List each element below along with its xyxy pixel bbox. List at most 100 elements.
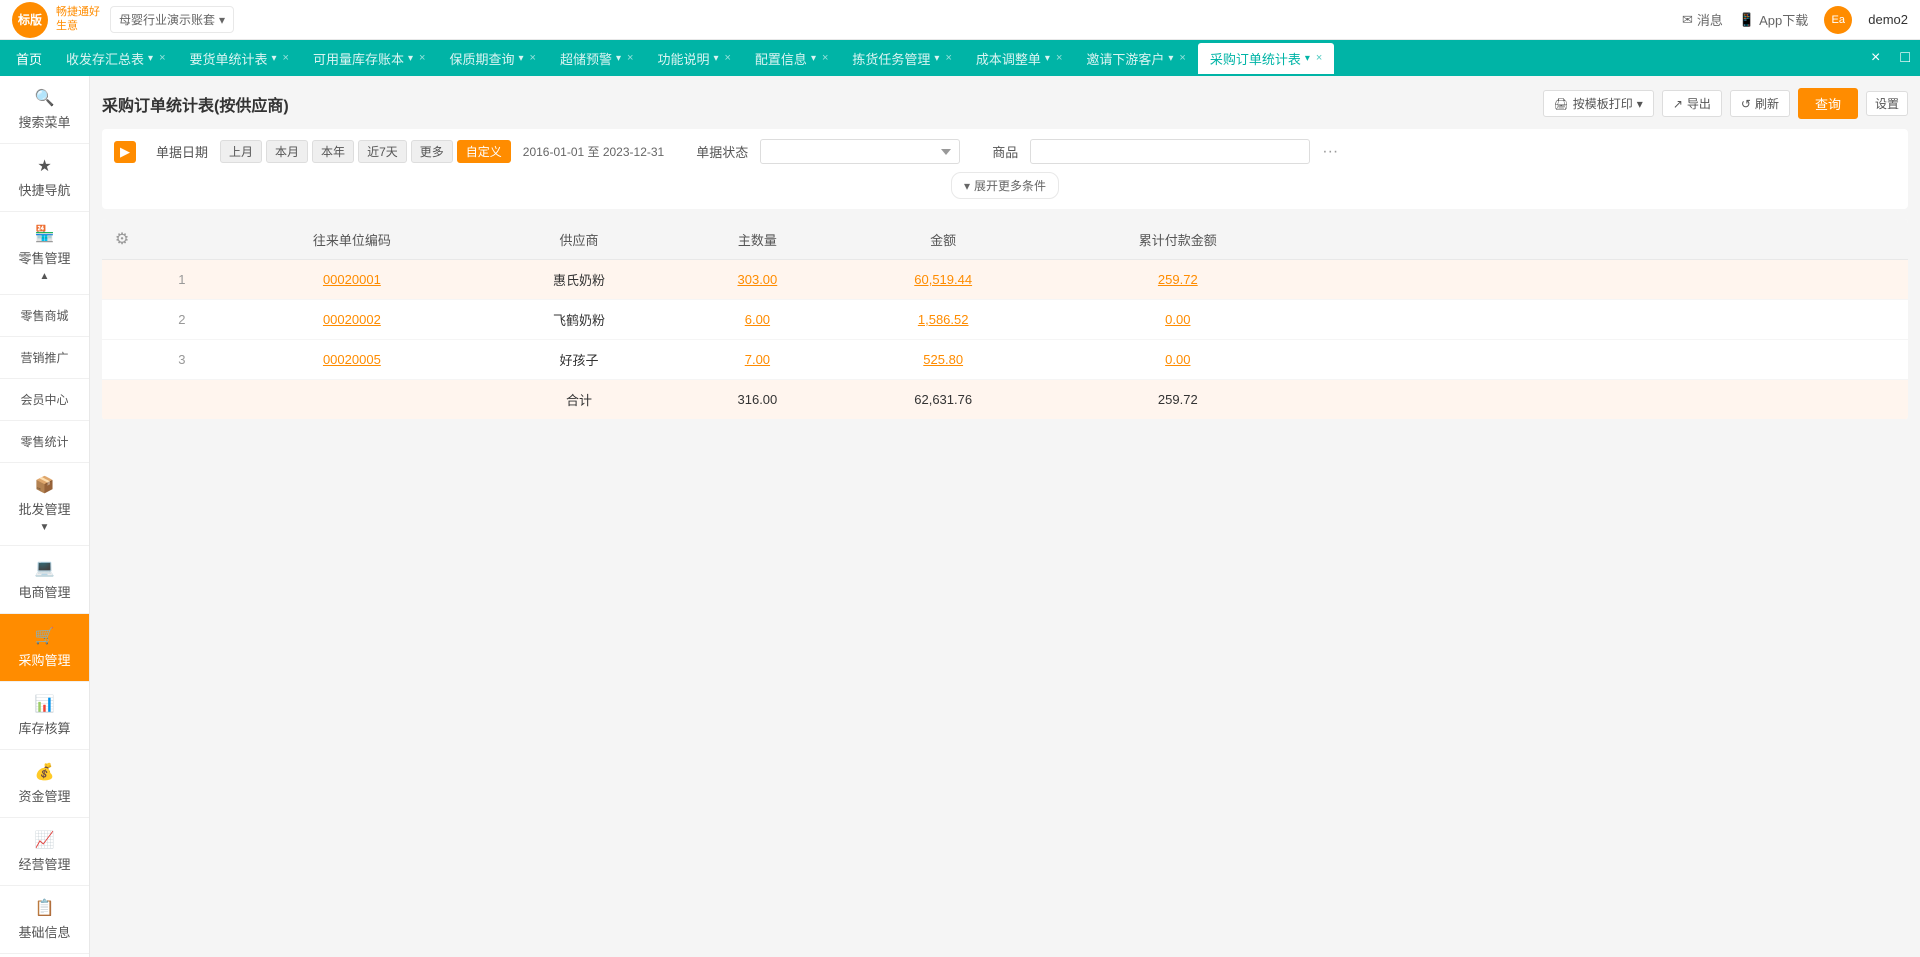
tab-invite-close[interactable]: × bbox=[1179, 52, 1185, 64]
tab-cost-close[interactable]: × bbox=[1056, 52, 1062, 64]
sidebar-item-purchase[interactable]: 🛒 采购管理 bbox=[0, 614, 89, 682]
th-qty: 主数量 bbox=[676, 219, 839, 260]
row1-qty[interactable]: 303.00 bbox=[676, 260, 839, 300]
workspace-selector[interactable]: 母婴行业演示账套 ▾ bbox=[110, 6, 234, 33]
expand-label: 展开更多条件 bbox=[974, 177, 1046, 194]
date-more-button[interactable]: 更多 bbox=[411, 140, 453, 163]
expand-more-button[interactable]: ▾ 展开更多条件 bbox=[951, 172, 1059, 199]
date-this-year-button[interactable]: 本年 bbox=[312, 140, 354, 163]
sidebar-item-inventory[interactable]: 📊 库存核算 bbox=[0, 682, 89, 750]
tab-overstock-label: 超储预警 bbox=[560, 49, 612, 68]
tab-overstock-close[interactable]: × bbox=[627, 52, 633, 64]
row2-supplier-code[interactable]: 00020002 bbox=[222, 300, 482, 340]
nav-expand-button[interactable]: □ bbox=[1894, 47, 1916, 69]
table-footer-row: 合计 316.00 62,631.76 259.72 bbox=[102, 380, 1908, 420]
date-last-month-button[interactable]: 上月 bbox=[220, 140, 262, 163]
tab-function-desc[interactable]: 功能说明 ▾ × bbox=[645, 43, 742, 74]
date-this-month-button[interactable]: 本月 bbox=[266, 140, 308, 163]
wholesale-expand-icon: ▼ bbox=[40, 522, 50, 533]
chevron-down-icon: ▾ bbox=[219, 13, 225, 27]
nav-close-all-button[interactable]: × bbox=[1865, 47, 1886, 69]
row3-qty[interactable]: 7.00 bbox=[676, 340, 839, 380]
sidebar-marketing-label: 营销推广 bbox=[20, 349, 68, 366]
row2-qty[interactable]: 6.00 bbox=[676, 300, 839, 340]
row2-supplier-name: 飞鹤奶粉 bbox=[482, 300, 676, 340]
sidebar-item-finance[interactable]: 💰 资金管理 bbox=[0, 750, 89, 818]
tab-shelf-label: 保质期查询 bbox=[449, 49, 514, 68]
row2-amount[interactable]: 1,586.52 bbox=[839, 300, 1048, 340]
tab-shelf-close[interactable]: × bbox=[530, 52, 536, 64]
tab-config-info[interactable]: 配置信息 ▾ × bbox=[743, 43, 840, 74]
tab-purchase-summary[interactable]: 采购订单统计表 ▾ × bbox=[1198, 43, 1334, 74]
tab-invite-customer[interactable]: 邀请下游客户 ▾ × bbox=[1074, 43, 1197, 74]
tab-purchase-close[interactable]: × bbox=[1316, 52, 1322, 64]
row3-extra bbox=[1308, 340, 1908, 380]
sidebar-item-wholesale[interactable]: 📦 批发管理 ▼ bbox=[0, 463, 89, 546]
tab-stock-ledger[interactable]: 可用量库存账本 ▾ × bbox=[301, 43, 437, 74]
print-button[interactable]: 🖨 按模板打印 ▾ bbox=[1543, 90, 1654, 117]
tab-function-close[interactable]: × bbox=[724, 52, 730, 64]
retail-icon: 🏪 bbox=[35, 224, 55, 244]
tab-receive-summary[interactable]: 收发存汇总表 ▾ × bbox=[54, 43, 177, 74]
tab-overstock[interactable]: 超储预警 ▾ × bbox=[548, 43, 645, 74]
row3-amount[interactable]: 525.80 bbox=[839, 340, 1048, 380]
tab-config-close[interactable]: × bbox=[822, 52, 828, 64]
column-settings-icon[interactable]: ⚙ bbox=[115, 231, 129, 248]
tab-cost-adjust[interactable]: 成本调整单 ▾ × bbox=[964, 43, 1074, 74]
export-button[interactable]: ↗ 导出 bbox=[1662, 90, 1722, 117]
sidebar-item-retail-stats[interactable]: 零售统计 bbox=[0, 421, 89, 463]
sidebar-item-operations[interactable]: 📈 经营管理 bbox=[0, 818, 89, 886]
sidebar-item-ecommerce[interactable]: 💻 电商管理 bbox=[0, 546, 89, 614]
query-button[interactable]: 查询 bbox=[1798, 88, 1858, 119]
tab-order-label: 要货单统计表 bbox=[190, 49, 268, 68]
nav-tabs: 首页 收发存汇总表 ▾ × 要货单统计表 ▾ × 可用量库存账本 ▾ × 保质期… bbox=[0, 40, 1920, 76]
th-settings[interactable]: ⚙ bbox=[102, 219, 142, 260]
download-icon: 📱 bbox=[1739, 12, 1755, 28]
row3-supplier-code[interactable]: 00020005 bbox=[222, 340, 482, 380]
status-select[interactable] bbox=[760, 139, 960, 164]
product-more-icon[interactable]: ··· bbox=[1322, 143, 1338, 161]
date-last-7days-button[interactable]: 近7天 bbox=[358, 140, 407, 163]
row1-supplier-name: 惠氏奶粉 bbox=[482, 260, 676, 300]
row1-amount[interactable]: 60,519.44 bbox=[839, 260, 1048, 300]
quicknav-icon: ★ bbox=[37, 156, 51, 176]
sidebar-item-retail[interactable]: 🏪 零售管理 ▲ bbox=[0, 212, 89, 295]
sidebar-search-label: 搜索菜单 bbox=[18, 112, 70, 131]
row1-supplier-code[interactable]: 00020001 bbox=[222, 260, 482, 300]
sidebar-item-retail-mall[interactable]: 零售商城 bbox=[0, 295, 89, 337]
tab-receive-close[interactable]: × bbox=[159, 52, 165, 64]
date-custom-button[interactable]: 自定义 bbox=[457, 140, 511, 163]
footer-extra bbox=[1308, 380, 1908, 420]
sidebar-item-quicknav[interactable]: ★ 快捷导航 bbox=[0, 144, 89, 212]
sidebar-item-basic-info[interactable]: 📋 基础信息 bbox=[0, 886, 89, 954]
tab-stock-close[interactable]: × bbox=[419, 52, 425, 64]
row3-paid[interactable]: 0.00 bbox=[1048, 340, 1308, 380]
sidebar-item-search[interactable]: 🔍 搜索菜单 bbox=[0, 76, 89, 144]
app-download-button[interactable]: 📱 App下载 bbox=[1739, 10, 1808, 29]
tab-home[interactable]: 首页 bbox=[4, 43, 54, 74]
th-row-num bbox=[142, 219, 222, 260]
product-input[interactable] bbox=[1030, 139, 1310, 164]
avatar-initials: Ea bbox=[1832, 14, 1845, 26]
row3-settings bbox=[102, 340, 142, 380]
tab-shelf-life[interactable]: 保质期查询 ▾ × bbox=[437, 43, 547, 74]
row1-paid[interactable]: 259.72 bbox=[1048, 260, 1308, 300]
row2-paid[interactable]: 0.00 bbox=[1048, 300, 1308, 340]
filter-toggle-button[interactable]: ▶ bbox=[114, 141, 136, 163]
tab-picking-task[interactable]: 拣货任务管理 ▾ × bbox=[840, 43, 963, 74]
nav-end: × □ bbox=[1865, 47, 1916, 69]
tab-picking-close[interactable]: × bbox=[945, 52, 951, 64]
th-supplier-name: 供应商 bbox=[482, 219, 676, 260]
refresh-button[interactable]: ↺ 刷新 bbox=[1730, 90, 1790, 117]
tab-order-summary[interactable]: 要货单统计表 ▾ × bbox=[178, 43, 301, 74]
main-layout: 🔍 搜索菜单 ★ 快捷导航 🏪 零售管理 ▲ 零售商城 营销推广 会员中心 零售… bbox=[0, 76, 1920, 957]
settings-button[interactable]: 设置 bbox=[1866, 91, 1908, 116]
sidebar-item-marketing[interactable]: 营销推广 bbox=[0, 337, 89, 379]
date-range-display: 2016-01-01 至 2023-12-31 bbox=[523, 143, 664, 160]
tab-order-close[interactable]: × bbox=[283, 52, 289, 64]
message-button[interactable]: ✉ 消息 bbox=[1682, 10, 1723, 29]
top-right: ✉ 消息 📱 App下载 Ea demo2 bbox=[1682, 6, 1908, 34]
tab-purchase-arrow: ▾ bbox=[1305, 53, 1310, 64]
avatar[interactable]: Ea bbox=[1824, 6, 1852, 34]
sidebar-item-member[interactable]: 会员中心 bbox=[0, 379, 89, 421]
